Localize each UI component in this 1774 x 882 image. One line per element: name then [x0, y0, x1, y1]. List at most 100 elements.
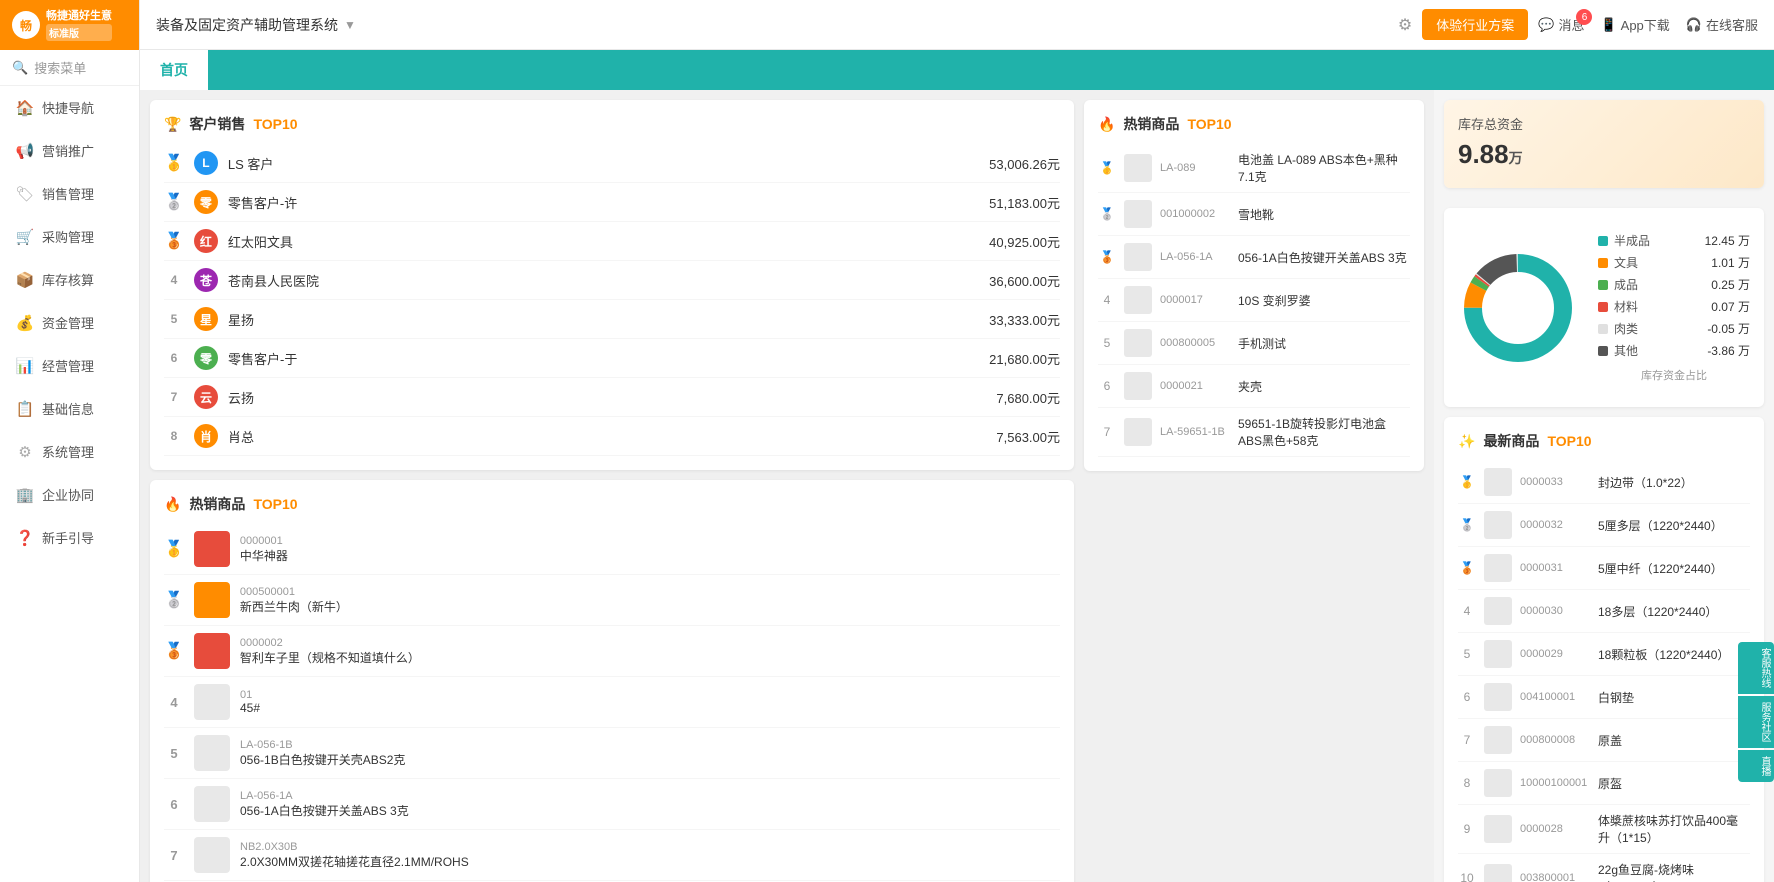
- customer-avatar-4: 苍: [194, 268, 218, 292]
- lp-row-3: 🥉 0000031 5厘中纤（1220*2440）: [1458, 547, 1750, 590]
- lp-img-latest-8: [1484, 769, 1512, 797]
- tab-home[interactable]: 首页: [140, 50, 208, 90]
- fire-icon2: 🔥: [1098, 116, 1115, 133]
- product-info-7: NB2.0X30B 2.0X30MM双搓花轴搓花直径2.1MM/ROHS: [240, 841, 1060, 870]
- customer-rank-row-5: 5 星 星扬 33,333.00元: [164, 300, 1060, 339]
- customer-ranking-title: 🏆 客户销售 TOP10: [164, 114, 1060, 134]
- inventory-label: 库存总资金: [1458, 114, 1750, 133]
- trophy-icon: 🏆: [164, 116, 181, 133]
- logo-text: 畅捷通好生意 标准版: [46, 9, 112, 40]
- megaphone-icon: 📢: [16, 142, 34, 160]
- lp-img-3: [1124, 243, 1152, 271]
- lp-img-latest-4: [1484, 597, 1512, 625]
- sidebar-item-inventory[interactable]: 📦 库存核算: [0, 258, 139, 301]
- home-icon: 🏠: [16, 99, 34, 117]
- lp-row-10: 10 003800001 22g鱼豆腐-烧烤味（1*12*20）: [1458, 854, 1750, 882]
- product-info-3: 0000002 智利车子里（规格不知道填什么）: [240, 637, 1060, 666]
- online-service-btn[interactable]: 🎧 在线客服: [1686, 15, 1758, 34]
- customer-ranking-card: 🏆 客户销售 TOP10 🥇 L LS 客户 53,006.26元 🥈: [150, 100, 1074, 470]
- sidebar-logo: 畅 畅捷通好生意 标准版: [0, 0, 139, 50]
- tag-icon: 🏷: [16, 185, 34, 203]
- product-info-6: LA-056-1A 056-1A白色按键开关盖ABS 3克: [240, 790, 1060, 819]
- hr-row-7: 7 LA-59651-1B 59651-1B旋转投影灯电池盒ABS黑色+58克: [1098, 408, 1410, 457]
- customer-avatar-5: 星: [194, 307, 218, 331]
- lp-row-1: 🥇 0000033 封边带（1.0*22）: [1458, 461, 1750, 504]
- product-img-6: [194, 786, 230, 822]
- medal-gold-icon: 🥇: [164, 153, 184, 173]
- headset-icon: 🎧: [1686, 17, 1702, 33]
- customer-rank-row-4: 4 苍 苍南县人民医院 36,600.00元: [164, 261, 1060, 300]
- sidebar-item-marketing[interactable]: 📢 营销推广: [0, 129, 139, 172]
- customer-rank-row-7: 7 云 云扬 7,680.00元: [164, 378, 1060, 417]
- sidebar-item-finance[interactable]: 💰 资金管理: [0, 301, 139, 344]
- sidebar: 畅 畅捷通好生意 标准版 🔍 搜索菜单 🏠 快捷导航 📢 营销推广 🏷 销售管理…: [0, 0, 140, 882]
- lp-img-latest-5: [1484, 640, 1512, 668]
- inventory-card: 库存总资金 9.88万: [1444, 100, 1764, 188]
- customer-avatar-3: 红: [194, 229, 218, 253]
- sidebar-item-sales[interactable]: 🏷 销售管理: [0, 172, 139, 215]
- float-btn-2[interactable]: 服务社区: [1738, 696, 1774, 748]
- product-img-5: [194, 735, 230, 771]
- phone-icon: 📱: [1600, 17, 1616, 33]
- customer-rank-row-8: 8 肖 肖总 7,563.00元: [164, 417, 1060, 456]
- latest-products-card: ✨ 最新商品 TOP10 🥇 0000033 封边带（1.0*22） 🥈 000…: [1444, 417, 1764, 882]
- sidebar-item-base-info[interactable]: 📋 基础信息: [0, 387, 139, 430]
- fire-icon: 🔥: [164, 496, 181, 513]
- product-img-4: [194, 684, 230, 720]
- legend-item-5: 其他 -3.86 万: [1598, 342, 1750, 359]
- customer-rank-row-2: 🥈 零 零售客户-许 51,183.00元: [164, 183, 1060, 222]
- main-area: 装备及固定资产辅助管理系统 ▼ ⚙ 体验行业方案 💬 消息 6 📱 App下载 …: [140, 0, 1774, 882]
- medal-silver-icon: 🥈: [164, 192, 184, 212]
- trial-button[interactable]: 体验行业方案: [1422, 9, 1528, 40]
- dropdown-icon[interactable]: ▼: [344, 18, 356, 32]
- legend-dot-1: [1598, 258, 1608, 268]
- product-img-7: [194, 837, 230, 873]
- lp-img-latest-3: [1484, 554, 1512, 582]
- sidebar-item-system[interactable]: ⚙ 系统管理: [0, 430, 139, 473]
- lp-img-latest-2: [1484, 511, 1512, 539]
- product-img-2: [194, 582, 230, 618]
- lp-img-6: [1124, 372, 1152, 400]
- sidebar-item-guide[interactable]: ❓ 新手引导: [0, 516, 139, 559]
- customer-avatar-8: 肖: [194, 424, 218, 448]
- customer-avatar-7: 云: [194, 385, 218, 409]
- legend-item-0: 半成品 12.45 万: [1598, 232, 1750, 249]
- hot-product-row-3: 🥉 0000002 智利车子里（规格不知道填什么）: [164, 626, 1060, 677]
- lp-img-latest-7: [1484, 726, 1512, 754]
- legend-item-2: 成品 0.25 万: [1598, 276, 1750, 293]
- notifications-btn[interactable]: 💬 消息 6: [1538, 15, 1584, 34]
- lp-img-1: [1124, 154, 1152, 182]
- sidebar-item-operations[interactable]: 📊 经营管理: [0, 344, 139, 387]
- settings-icon[interactable]: ⚙: [1398, 15, 1412, 35]
- hot-product-row-2: 🥈 000500001 新西兰牛肉（新牛）: [164, 575, 1060, 626]
- hr-row-2: 🥈 001000002 雪地靴: [1098, 193, 1410, 236]
- lp-row-9: 9 0000028 体槳蔗核味苏打饮品400毫升（1*15）: [1458, 805, 1750, 854]
- medal-icon: 🥉: [164, 641, 184, 661]
- app-download-btn[interactable]: 📱 App下载: [1600, 15, 1669, 34]
- customer-avatar-1: L: [194, 151, 218, 175]
- sidebar-item-enterprise[interactable]: 🏢 企业协同: [0, 473, 139, 516]
- medal-icon: 🥇: [164, 539, 184, 559]
- product-info-4: 01 45#: [240, 689, 1060, 715]
- hr-row-3: 🥉 LA-056-1A 056-1A白色按键开关盖ABS 3克: [1098, 236, 1410, 279]
- latest-products-title: ✨ 最新商品 TOP10: [1458, 431, 1750, 451]
- lp-img-7: [1124, 418, 1152, 446]
- legend-dot-4: [1598, 324, 1608, 334]
- search-menu[interactable]: 🔍 搜索菜单: [0, 50, 139, 86]
- customer-rank-row-6: 6 零 零售客户-于 21,680.00元: [164, 339, 1060, 378]
- lp-row-5: 5 0000029 18颗粒板（1220*2440）: [1458, 633, 1750, 676]
- sidebar-item-purchase[interactable]: 🛒 采购管理: [0, 215, 139, 258]
- sidebar-item-quick-nav[interactable]: 🏠 快捷导航: [0, 86, 139, 129]
- product-img-3: [194, 633, 230, 669]
- header: 装备及固定资产辅助管理系统 ▼ ⚙ 体验行业方案 💬 消息 6 📱 App下载 …: [140, 0, 1774, 50]
- float-btn-1[interactable]: 客服热线: [1738, 642, 1774, 694]
- latest-icon: ✨: [1458, 433, 1475, 450]
- legend-dot-5: [1598, 346, 1608, 356]
- medal-bronze-icon: 🥉: [164, 231, 184, 251]
- header-right: 💬 消息 6 📱 App下载 🎧 在线客服: [1538, 15, 1758, 34]
- lp-row-8: 8 10000100001 原盔: [1458, 762, 1750, 805]
- float-btn-3[interactable]: 直播: [1738, 750, 1774, 782]
- lp-img-latest-6: [1484, 683, 1512, 711]
- legend-item-4: 肉类 -0.05 万: [1598, 320, 1750, 337]
- donut-chart: [1458, 248, 1578, 368]
